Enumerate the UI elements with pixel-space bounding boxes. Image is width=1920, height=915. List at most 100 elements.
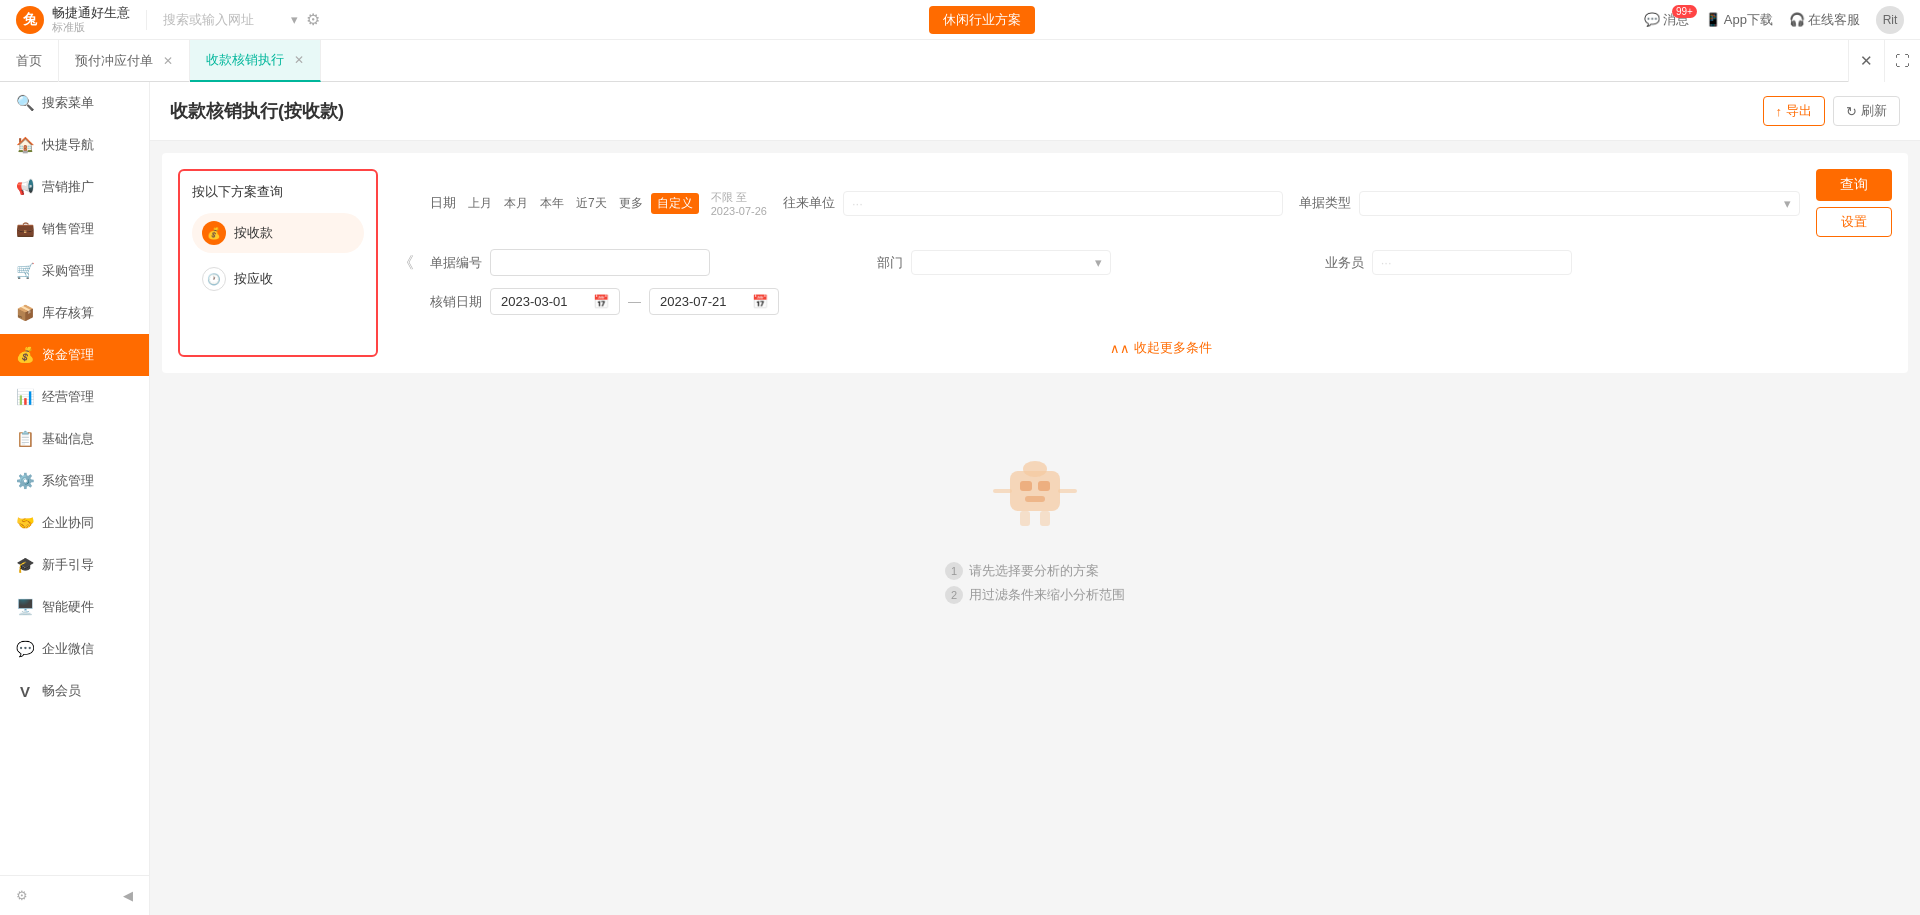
sidebar-item-marketing[interactable]: 📢 营销推广: [0, 166, 149, 208]
sidebar-item-inventory[interactable]: 📦 库存核算: [0, 292, 149, 334]
filter-left-title: 按以下方案查询: [192, 183, 364, 201]
tab-close-prepay[interactable]: ✕: [163, 54, 173, 68]
date-tab-7days[interactable]: 近7天: [572, 193, 611, 214]
sidebar-item-finance[interactable]: 💰 资金管理: [0, 334, 149, 376]
tab-receivable[interactable]: 收款核销执行 ✕: [190, 40, 321, 82]
date-tab-this-year[interactable]: 本年: [536, 193, 568, 214]
expand-tab-icon[interactable]: ⛶: [1884, 40, 1920, 82]
filter-option-by-receipt[interactable]: 💰 按收款: [192, 213, 364, 253]
verify-date-start-input[interactable]: 2023-03-01 📅: [490, 288, 620, 315]
page-actions: ↑ 导出 ↻ 刷新: [1763, 96, 1901, 140]
member-icon: V: [16, 683, 34, 700]
tab-prepay[interactable]: 预付冲应付单 ✕: [59, 40, 190, 82]
filter-option-by-receivable[interactable]: 🕐 按应收: [192, 259, 364, 299]
sidebar-item-collab[interactable]: 🤝 企业协同: [0, 502, 149, 544]
verify-date-end-input[interactable]: 2023-07-21 📅: [649, 288, 779, 315]
collapse-more-button[interactable]: ∧∧ 收起更多条件: [1110, 331, 1212, 357]
sales-icon: 💼: [16, 220, 34, 238]
sidebar-item-system[interactable]: ⚙️ 系统管理: [0, 460, 149, 502]
online-service-button[interactable]: 🎧 在线客服: [1789, 11, 1860, 29]
message-button[interactable]: 💬 消息 99+: [1644, 11, 1689, 29]
system-icon: ⚙️: [16, 472, 34, 490]
main-layout: 🔍 搜索菜单 🏠 快捷导航 📢 营销推广 💼 销售管理 🛒 采购管理 📦 库存核…: [0, 82, 1920, 915]
guide-icon: 🎓: [16, 556, 34, 574]
sidebar-item-wechat[interactable]: 💬 企业微信: [0, 628, 149, 670]
empty-step-1: 1 请先选择要分析的方案: [945, 562, 1125, 580]
dept-select[interactable]: ▾: [911, 250, 1111, 275]
collapse-more-row: ∧∧ 收起更多条件: [430, 331, 1892, 357]
svg-point-8: [1023, 461, 1047, 477]
settings-gear-icon[interactable]: ⚙: [306, 10, 320, 29]
tab-home[interactable]: 首页: [0, 40, 59, 82]
svg-rect-1: [1020, 481, 1032, 491]
export-icon: ↑: [1776, 104, 1783, 119]
filter-sales-item: 业务员 ···: [1325, 250, 1756, 275]
collab-icon: 🤝: [16, 514, 34, 532]
sidebar-item-purchase[interactable]: 🛒 采购管理: [0, 250, 149, 292]
export-button[interactable]: ↑ 导出: [1763, 96, 1826, 126]
content-area: 收款核销执行(按收款) ↑ 导出 ↻ 刷新 按以下方案查询 💰 按收款: [150, 82, 1920, 915]
search-icon: 🔍: [16, 94, 34, 112]
date-tab-last-month[interactable]: 上月: [464, 193, 496, 214]
doc-no-input[interactable]: [490, 249, 710, 276]
finance-icon: 💰: [16, 346, 34, 364]
quicknav-icon: 🏠: [16, 136, 34, 154]
filter-date-tabs: 上月 本月 本年 近7天 更多 自定义: [464, 193, 699, 214]
by-receipt-icon: 💰: [202, 221, 226, 245]
url-dropdown-icon[interactable]: ▾: [291, 12, 298, 27]
unit-input[interactable]: ···: [843, 191, 1284, 216]
sidebar-collapse-button[interactable]: ◀: [119, 884, 137, 907]
filter-row-2: 单据编号 部门 ▾ 业务员 ···: [430, 249, 1892, 276]
empty-text-area: 1 请先选择要分析的方案 2 用过滤条件来缩小分析范围: [945, 562, 1125, 610]
operation-icon: 📊: [16, 388, 34, 406]
svg-rect-3: [1025, 496, 1045, 502]
sidebar-item-search[interactable]: 🔍 搜索菜单: [0, 82, 149, 124]
sidebar-item-quicknav[interactable]: 🏠 快捷导航: [0, 124, 149, 166]
collapse-up-icon: ∧∧: [1110, 341, 1130, 356]
message-icon: 💬: [1644, 12, 1660, 27]
svg-rect-6: [1020, 511, 1030, 526]
close-tab-icon[interactable]: ✕: [1848, 40, 1884, 82]
inventory-icon: 📦: [16, 304, 34, 322]
tabbar-actions: ✕ ⛶: [1848, 40, 1920, 82]
svg-rect-7: [1040, 511, 1050, 526]
sidebar-item-guide[interactable]: 🎓 新手引导: [0, 544, 149, 586]
app-download-button[interactable]: 📱 App下载: [1705, 11, 1773, 29]
doc-type-select[interactable]: ▾: [1359, 191, 1800, 216]
filter-doc-type-item: 单据类型 ▾: [1299, 191, 1800, 216]
sales-select[interactable]: ···: [1372, 250, 1572, 275]
purchase-icon: 🛒: [16, 262, 34, 280]
topbar-right: 💬 消息 99+ 📱 App下载 🎧 在线客服 Rit: [1644, 6, 1904, 34]
sidebar-item-sales[interactable]: 💼 销售管理: [0, 208, 149, 250]
sidebar-item-member[interactable]: V 畅会员: [0, 670, 149, 712]
user-avatar[interactable]: Rit: [1876, 6, 1904, 34]
empty-step-2: 2 用过滤条件来缩小分析范围: [945, 586, 1125, 604]
empty-robot-illustration: [980, 436, 1090, 546]
filter-collapse-button[interactable]: 《: [394, 169, 418, 357]
filter-doc-no-item: 单据编号: [430, 249, 861, 276]
filter-dept-item: 部门 ▾: [877, 250, 1308, 275]
app-icon: 📱: [1705, 12, 1721, 27]
url-bar[interactable]: 搜索或输入网址: [163, 11, 283, 29]
filter-row-1: 日期 上月 本月 本年 近7天 更多 自定义 不限 至 2023-07-26: [430, 169, 1892, 237]
sidebar-settings-button[interactable]: ⚙: [12, 884, 32, 907]
date-tab-custom[interactable]: 自定义: [651, 193, 699, 214]
tab-close-receivable[interactable]: ✕: [294, 53, 304, 67]
page-title: 收款核销执行(按收款): [170, 99, 344, 137]
sidebar-item-operation[interactable]: 📊 经营管理: [0, 376, 149, 418]
query-button[interactable]: 查询: [1816, 169, 1892, 201]
sidebar-item-basic[interactable]: 📋 基础信息: [0, 418, 149, 460]
setting-button[interactable]: 设置: [1816, 207, 1892, 237]
date-tab-more[interactable]: 更多: [615, 193, 647, 214]
page-header: 收款核销执行(按收款) ↑ 导出 ↻ 刷新: [150, 82, 1920, 141]
empty-state: 1 请先选择要分析的方案 2 用过滤条件来缩小分析范围: [150, 373, 1920, 673]
sidebar-item-hardware[interactable]: 🖥️ 智能硬件: [0, 586, 149, 628]
marketing-icon: 📢: [16, 178, 34, 196]
wechat-icon: 💬: [16, 640, 34, 658]
by-receivable-icon: 🕐: [202, 267, 226, 291]
refresh-button[interactable]: ↻ 刷新: [1833, 96, 1900, 126]
date-tab-this-month[interactable]: 本月: [500, 193, 532, 214]
hardware-icon: 🖥️: [16, 598, 34, 616]
solution-button[interactable]: 休闲行业方案: [929, 6, 1035, 34]
calendar-start-icon: 📅: [593, 294, 609, 309]
